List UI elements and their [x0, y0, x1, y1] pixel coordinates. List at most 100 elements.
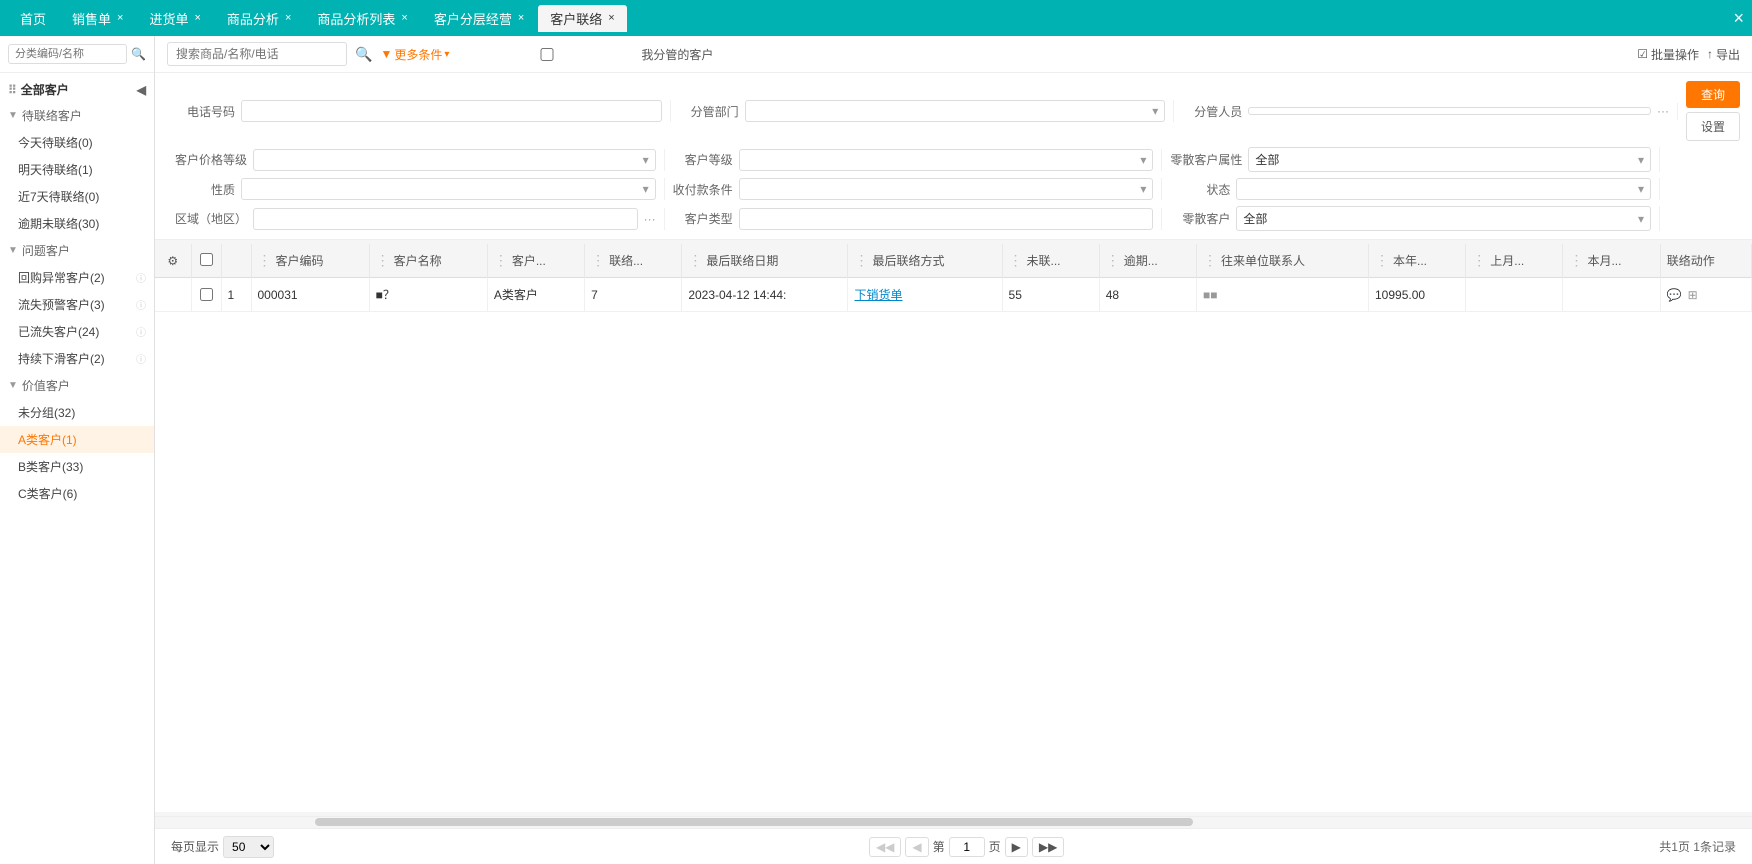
batch-op-label: 批量操作: [1651, 46, 1699, 63]
nature-label: 性质: [175, 181, 235, 198]
contact-way-link[interactable]: 下销货单: [854, 288, 902, 302]
action-message-icon[interactable]: 💬: [1667, 288, 1682, 302]
customer-search-icon[interactable]: 🔍: [355, 46, 372, 63]
price-level-select[interactable]: ▾: [253, 149, 656, 171]
batch-op-button[interactable]: ☑ 批量操作: [1637, 46, 1699, 63]
nav-tab-close-进货单[interactable]: ×: [194, 12, 200, 24]
nature-select[interactable]: ▾: [241, 178, 656, 200]
nav-tab-close-商品分析列表[interactable]: ×: [401, 12, 407, 24]
person-dots[interactable]: ···: [1657, 104, 1669, 118]
row-this-year: 10995.00: [1369, 278, 1466, 312]
unit-contact-col-header[interactable]: 往来单位联系人: [1196, 244, 1368, 278]
price-level-label: 客户价格等级: [175, 151, 247, 168]
sidebar-group-价值客户[interactable]: ▼价值客户: [0, 372, 154, 399]
scatter-customer-select[interactable]: 全部 ▾: [1236, 206, 1651, 231]
contact-col-header[interactable]: 联络...: [585, 244, 682, 278]
per-page-select[interactable]: 50 100 200: [223, 836, 274, 858]
batch-op-icon: ☑: [1637, 47, 1648, 61]
customer-search-input[interactable]: [167, 42, 347, 66]
close-all-tabs-button[interactable]: ×: [1733, 8, 1744, 29]
last-page-button[interactable]: ▶▶: [1032, 837, 1064, 857]
row-contact: 7: [585, 278, 682, 312]
row-last-contact-date: 2023-04-12 14:44:: [682, 278, 848, 312]
first-page-button[interactable]: ◀◀: [869, 837, 901, 857]
row-no-contact: 55: [1002, 278, 1099, 312]
sidebar-item-明天待联络(1)[interactable]: 明天待联络(1): [0, 156, 154, 183]
more-conditions-button[interactable]: ▼ 更多条件 ▾: [380, 46, 449, 63]
sidebar-item-流失预警客户(3)[interactable]: 流失预警客户(3)ⓘ: [0, 291, 154, 318]
my-customers-checkbox-label[interactable]: 我分管的客户: [457, 46, 713, 63]
sidebar-item-已流失客户(24)[interactable]: 已流失客户(24)ⓘ: [0, 318, 154, 345]
last-contact-date-col-header[interactable]: 最后联络日期: [682, 244, 848, 278]
sidebar-item-A类客户(1)[interactable]: A类客户(1): [0, 426, 154, 453]
this-month-col-header[interactable]: 本月...: [1563, 244, 1660, 278]
row-this-month: [1563, 278, 1660, 312]
row-customer-code: 000031: [251, 278, 369, 312]
status-select[interactable]: ▾: [1236, 178, 1651, 200]
payment-label: 收付款条件: [673, 181, 733, 198]
export-button[interactable]: ↑ 导出: [1707, 46, 1740, 63]
nav-tab-商品分析[interactable]: 商品分析×: [215, 5, 303, 32]
sidebar-item-C类客户(6)[interactable]: C类客户(6): [0, 480, 154, 507]
customer-code-col-header[interactable]: 客户编码: [251, 244, 369, 278]
nav-tab-客户分层经营[interactable]: 客户分层经营×: [422, 5, 536, 32]
sidebar-item-逾期未联络(30)[interactable]: 逾期未联络(30): [0, 210, 154, 237]
no-contact-col-header[interactable]: 未联...: [1002, 244, 1099, 278]
nav-tab-商品分析列表[interactable]: 商品分析列表×: [305, 5, 419, 32]
phone-input[interactable]: [241, 100, 662, 122]
more-conditions-label: 更多条件: [394, 46, 442, 63]
scatter-attr-label: 零散客户属性: [1170, 151, 1242, 168]
action-qr-icon[interactable]: ⊞: [1688, 288, 1698, 302]
sidebar-item-未分组(32)[interactable]: 未分组(32): [0, 399, 154, 426]
sidebar-item-回购异常客户(2)[interactable]: 回购异常客户(2)ⓘ: [0, 264, 154, 291]
filter-dept: 分管部门 ▾: [671, 100, 1175, 122]
nav-tab-销售单[interactable]: 销售单×: [60, 5, 135, 32]
page-number-input[interactable]: [949, 837, 985, 857]
customer-type-col-header[interactable]: 客户...: [487, 244, 584, 278]
sidebar-group-待联络客户[interactable]: ▼待联络客户: [0, 102, 154, 129]
payment-select[interactable]: ▾: [739, 178, 1154, 200]
last-contact-way-col-header[interactable]: 最后联络方式: [848, 244, 1002, 278]
sidebar-item-今天待联络(0)[interactable]: 今天待联络(0): [0, 129, 154, 156]
nav-tab-进货单[interactable]: 进货单×: [137, 5, 212, 32]
filter-person: 分管人员 ···: [1174, 103, 1678, 120]
dept-select[interactable]: ▾: [745, 100, 1166, 122]
next-page-button[interactable]: ▶: [1005, 837, 1028, 857]
select-all-checkbox[interactable]: [200, 253, 213, 266]
setting-button[interactable]: 设置: [1686, 112, 1740, 141]
nav-tab-首页[interactable]: 首页: [8, 5, 58, 32]
scatter-attr-select[interactable]: 全部 ▾: [1248, 147, 1651, 172]
nav-tab-close-客户分层经营[interactable]: ×: [518, 12, 524, 24]
customer-type-input[interactable]: [739, 208, 1154, 230]
query-button[interactable]: 查询: [1686, 81, 1740, 108]
last-month-col-header[interactable]: 上月...: [1466, 244, 1563, 278]
sidebar-item-近7天待联络(0)[interactable]: 近7天待联络(0): [0, 183, 154, 210]
total-records-label: 共1页 1条记录: [1659, 838, 1736, 855]
all-customers-label: 全部客户: [21, 81, 69, 98]
region-dots[interactable]: ···: [644, 212, 656, 226]
sidebar-collapse-icon[interactable]: ◀: [137, 83, 146, 97]
sidebar-search-input[interactable]: [8, 44, 127, 64]
my-customers-checkbox[interactable]: [457, 48, 637, 61]
filter-status: 状态 ▾: [1162, 178, 1660, 200]
customer-name-col-header[interactable]: 客户名称: [369, 244, 487, 278]
customer-level-select[interactable]: ▾: [739, 149, 1154, 171]
nav-tab-客户联络[interactable]: 客户联络×: [538, 5, 626, 32]
info-icon: ⓘ: [136, 297, 146, 312]
scrollbar-thumb[interactable]: [315, 818, 1193, 826]
sidebar-item-B类客户(33)[interactable]: B类客户(33): [0, 453, 154, 480]
prev-page-button[interactable]: ◀: [905, 837, 928, 857]
this-year-col-header[interactable]: 本年...: [1369, 244, 1466, 278]
index-col-header: [221, 244, 251, 278]
nav-tab-close-商品分析[interactable]: ×: [285, 12, 291, 24]
sidebar-search-icon[interactable]: 🔍: [131, 47, 146, 61]
overdue-col-header[interactable]: 逾期...: [1099, 244, 1196, 278]
top-nav: 首页销售单×进货单×商品分析×商品分析列表×客户分层经营×客户联络× ×: [0, 0, 1752, 36]
sidebar-group-问题客户[interactable]: ▼问题客户: [0, 237, 154, 264]
nav-tab-close-销售单[interactable]: ×: [117, 12, 123, 24]
nav-tab-close-客户联络[interactable]: ×: [608, 12, 614, 24]
sidebar-item-持续下滑客户(2)[interactable]: 持续下滑客户(2)ⓘ: [0, 345, 154, 372]
settings-col-header[interactable]: ⚙: [155, 244, 191, 278]
row-checkbox[interactable]: [200, 288, 213, 301]
horizontal-scrollbar[interactable]: [155, 816, 1752, 828]
